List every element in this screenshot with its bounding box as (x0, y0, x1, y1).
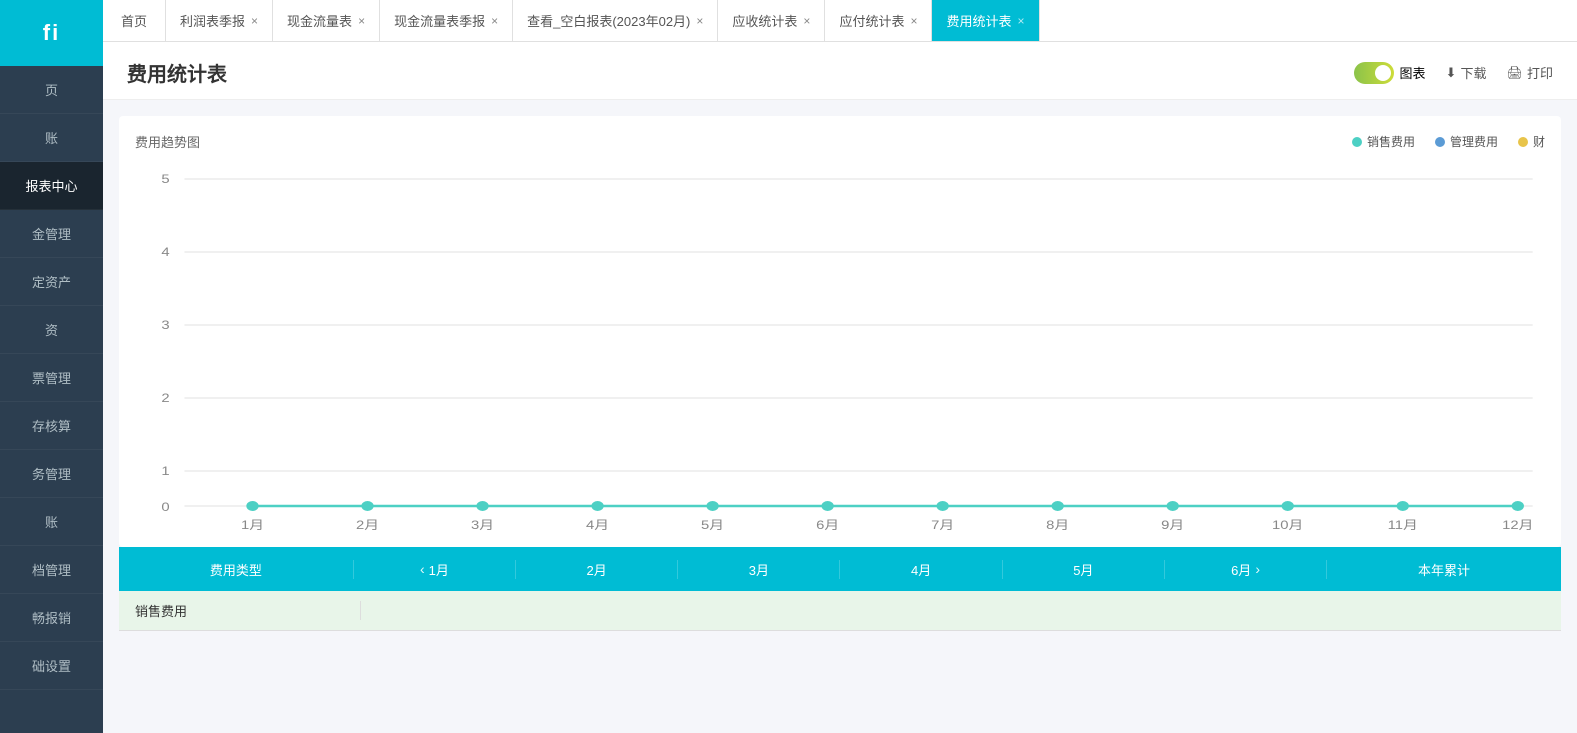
sidebar: fi 页 账 报表中心 金管理 定资产 资 票管理 存核算 务管理 账 档管理 … (0, 0, 103, 733)
svg-text:7月: 7月 (931, 518, 954, 531)
page-title: 费用统计表 (127, 58, 227, 87)
th-type: 费用类型 (119, 560, 354, 579)
svg-text:11月: 11月 (1388, 518, 1418, 531)
svg-text:3月: 3月 (471, 518, 494, 531)
tab-receivable[interactable]: 应收统计表 × (718, 0, 825, 41)
sidebar-logo: fi (0, 0, 103, 66)
download-button[interactable]: ⬇ 下载 (1446, 63, 1487, 82)
svg-text:5月: 5月 (701, 518, 724, 531)
td-type: 销售费用 (119, 601, 361, 620)
page-content: 费用统计表 图表 ⬇ 下载 🖨 打印 费用趋势图 (103, 42, 1577, 733)
sidebar-item-account[interactable]: 账 (0, 114, 103, 162)
th-m1: ‹ 1月 (354, 560, 516, 579)
th-ytd: 本年累计 (1327, 560, 1561, 579)
sidebar-item-write-off[interactable]: 畅报销 (0, 594, 103, 642)
nav-left-arrow[interactable]: ‹ (420, 561, 425, 577)
chart-header: 费用趋势图 销售费用 管理费用 财 (135, 132, 1545, 151)
tab-blank-report[interactable]: 查看_空白报表(2023年02月) × (513, 0, 718, 41)
main-area: 首页 利润表季报 × 现金流量表 × 现金流量表季报 × 查看_空白报表(202… (103, 0, 1577, 733)
sidebar-item-capital[interactable]: 资 (0, 306, 103, 354)
chart-svg: 5 4 3 2 1 0 1月 2月 3月 (135, 161, 1545, 531)
chart-toggle-wrap[interactable]: 图表 (1354, 62, 1426, 84)
svg-text:0: 0 (161, 500, 169, 513)
svg-text:6月: 6月 (816, 518, 839, 531)
tab-close-receivable[interactable]: × (803, 14, 810, 28)
chart-toggle-label: 图表 (1400, 63, 1426, 82)
chart-section: 费用趋势图 销售费用 管理费用 财 (119, 116, 1561, 547)
sidebar-item-fixed-asset[interactable]: 定资产 (0, 258, 103, 306)
tab-cashflow-quarter[interactable]: 现金流量表季报 × (380, 0, 513, 41)
tab-cashflow[interactable]: 现金流量表 × (273, 0, 380, 41)
sidebar-item-service[interactable]: 务管理 (0, 450, 103, 498)
th-m5: 5月 (1003, 560, 1165, 579)
tab-expense[interactable]: 费用统计表 × (932, 0, 1039, 41)
table-row: 销售费用 (119, 591, 1561, 631)
th-m2: 2月 (516, 560, 678, 579)
tab-close-cashflow-quarter[interactable]: × (491, 14, 498, 28)
tab-close-expense[interactable]: × (1017, 14, 1024, 28)
sidebar-item-fund[interactable]: 金管理 (0, 210, 103, 258)
tab-close-payable[interactable]: × (910, 14, 917, 28)
tab-home[interactable]: 首页 (103, 0, 166, 41)
svg-text:8月: 8月 (1046, 518, 1069, 531)
chart-area: 5 4 3 2 1 0 1月 2月 3月 (135, 161, 1545, 531)
sidebar-item-sub-account[interactable]: 账 (0, 498, 103, 546)
sidebar-item-ticket[interactable]: 票管理 (0, 354, 103, 402)
svg-text:4: 4 (161, 245, 170, 258)
chart-legend: 销售费用 管理费用 财 (1352, 133, 1545, 150)
svg-text:3: 3 (161, 318, 169, 331)
th-m3: 3月 (678, 560, 840, 579)
tabs-bar: 首页 利润表季报 × 现金流量表 × 现金流量表季报 × 查看_空白报表(202… (103, 0, 1577, 42)
tab-profit-quarter[interactable]: 利润表季报 × (166, 0, 273, 41)
svg-text:1: 1 (161, 464, 169, 477)
sidebar-item-home[interactable]: 页 (0, 66, 103, 114)
svg-text:9月: 9月 (1161, 518, 1184, 531)
legend-admin: 管理费用 (1435, 133, 1498, 150)
tab-close-blank-report[interactable]: × (696, 14, 703, 28)
sidebar-item-report[interactable]: 报表中心 (0, 162, 103, 210)
table-section: 费用类型 ‹ 1月 2月 3月 4月 5月 6月 › 本年累计 销售费用 (119, 547, 1561, 631)
print-button[interactable]: 🖨 打印 (1506, 63, 1553, 82)
print-icon: 🖨 (1506, 65, 1523, 81)
legend-dot-finance (1518, 137, 1528, 147)
svg-text:5: 5 (161, 172, 169, 185)
svg-text:12月: 12月 (1502, 518, 1533, 531)
legend-dot-admin (1435, 137, 1445, 147)
page-header: 费用统计表 图表 ⬇ 下载 🖨 打印 (103, 42, 1577, 100)
th-m6: 6月 › (1165, 560, 1327, 579)
sidebar-item-file[interactable]: 档管理 (0, 546, 103, 594)
svg-text:1月: 1月 (241, 518, 264, 531)
tab-payable[interactable]: 应付统计表 × (825, 0, 932, 41)
sidebar-item-settings[interactable]: 础设置 (0, 642, 103, 690)
svg-text:10月: 10月 (1272, 518, 1303, 531)
nav-right-arrow[interactable]: › (1255, 561, 1260, 577)
th-m4: 4月 (840, 560, 1002, 579)
chart-toggle[interactable] (1354, 62, 1394, 84)
svg-text:2: 2 (161, 391, 169, 404)
sidebar-item-inventory[interactable]: 存核算 (0, 402, 103, 450)
download-icon: ⬇ (1446, 65, 1457, 81)
table-header: 费用类型 ‹ 1月 2月 3月 4月 5月 6月 › 本年累计 (119, 547, 1561, 591)
tab-close-cashflow[interactable]: × (358, 14, 365, 28)
chart-title: 费用趋势图 (135, 132, 200, 151)
tab-close-profit-quarter[interactable]: × (251, 14, 258, 28)
legend-sales: 销售费用 (1352, 133, 1415, 150)
svg-text:2月: 2月 (356, 518, 379, 531)
header-actions: 图表 ⬇ 下载 🖨 打印 (1354, 62, 1553, 84)
legend-finance: 财 (1518, 133, 1545, 150)
legend-dot-sales (1352, 137, 1362, 147)
svg-text:4月: 4月 (586, 518, 609, 531)
